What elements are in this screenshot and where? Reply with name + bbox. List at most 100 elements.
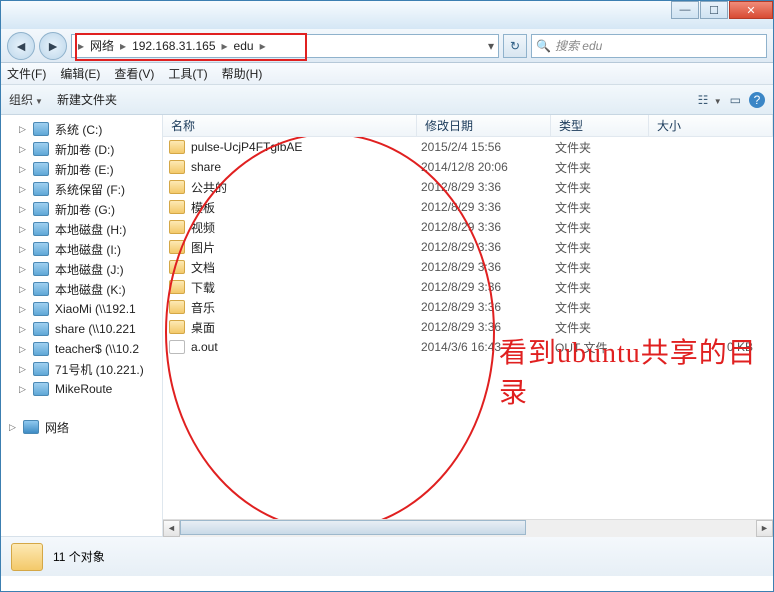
file-date: 2012/8/29 3:36 [421,300,555,314]
sidebar-item-label: 本地磁盘 (H:) [55,221,126,238]
sidebar-item-label: teacher$ (\\10.2 [55,342,139,356]
file-name: 下载 [191,279,421,296]
folder-icon [169,260,185,274]
table-row[interactable]: 图片2012/8/29 3:36文件夹 [163,237,773,257]
file-date: 2015/2/4 15:56 [421,140,555,154]
sidebar-item[interactable]: ▷本地磁盘 (K:) [1,279,162,299]
table-row[interactable]: 模板2012/8/29 3:36文件夹 [163,197,773,217]
column-type[interactable]: 类型 [551,115,649,136]
minimize-button[interactable]: — [671,1,699,19]
file-date: 2014/3/6 16:43 [421,340,555,354]
sidebar[interactable]: ▷系统 (C:)▷新加卷 (D:)▷新加卷 (E:)▷系统保留 (F:)▷新加卷… [1,115,163,536]
table-row[interactable]: 音乐2012/8/29 3:36文件夹 [163,297,773,317]
sidebar-item[interactable]: ▷ teacher$ (\\10.2 [1,339,162,359]
close-button[interactable]: ✕ [729,1,773,19]
horizontal-scrollbar[interactable]: ◄ ► [163,519,773,536]
breadcrumb[interactable]: edu [230,39,258,53]
sidebar-item[interactable]: ▷新加卷 (E:) [1,159,162,179]
menu-file[interactable]: 文件(F) [7,65,46,82]
sidebar-item[interactable]: ▷ 系统保留 (F:) [1,179,162,199]
sidebar-item[interactable]: ▷share (\\10.221 [1,319,162,339]
table-row[interactable]: 桌面2012/8/29 3:36文件夹 [163,317,773,337]
folder-icon [169,160,185,174]
sidebar-item-network[interactable]: ▷网络 [1,417,162,437]
chevron-right-icon: ▸ [118,39,128,53]
organize-menu[interactable]: 组织▼ [9,91,43,108]
table-row[interactable]: 下载2012/8/29 3:36文件夹 [163,277,773,297]
maximize-button[interactable]: ☐ [700,1,728,19]
new-folder-button[interactable]: 新建文件夹 [57,91,117,108]
sidebar-item[interactable]: ▷本地磁盘 (H:) [1,219,162,239]
column-size[interactable]: 大小 [649,115,773,136]
drive-icon [33,262,49,276]
scroll-thumb[interactable] [180,520,526,535]
menu-tools[interactable]: 工具(T) [168,65,207,82]
expand-icon: ▷ [19,184,29,195]
preview-pane-button[interactable]: ▭ [730,93,741,107]
help-button[interactable]: ? [749,92,765,108]
file-type: 文件夹 [555,239,653,256]
folder-icon [169,180,185,194]
folder-icon [169,280,185,294]
table-row[interactable]: share2014/12/8 20:06文件夹 [163,157,773,177]
menu-edit[interactable]: 编辑(E) [60,65,100,82]
scroll-left-button[interactable]: ◄ [163,520,180,537]
breadcrumb[interactable]: 192.168.31.165 [128,39,219,53]
sidebar-item[interactable]: ▷XiaoMi (\\192.1 [1,299,162,319]
sidebar-item[interactable]: ▷新加卷 (G:) [1,199,162,219]
expand-icon: ▷ [19,344,29,355]
menu-view[interactable]: 查看(V) [114,65,154,82]
breadcrumb[interactable]: 网络 [86,37,118,54]
scroll-track[interactable] [180,520,756,537]
sidebar-item-label: MikeRoute [55,382,112,396]
table-row[interactable]: 视频2012/8/29 3:36文件夹 [163,217,773,237]
menu-help[interactable]: 帮助(H) [222,65,263,82]
file-date: 2012/8/29 3:36 [421,320,555,334]
drive-icon [33,302,49,316]
folder-icon [169,140,185,154]
expand-icon: ▷ [19,244,29,255]
sidebar-item[interactable]: ▷ 系统 (C:) [1,119,162,139]
sidebar-item-label: 71号机 (10.221.) [55,361,144,378]
file-list[interactable]: 看到ubuntu共享的目录 pulse-UcjP4FTglbAE2015/2/4… [163,137,773,519]
sidebar-item-label: 系统保留 (F:) [55,181,125,198]
sidebar-item[interactable]: ▷本地磁盘 (I:) [1,239,162,259]
table-row[interactable]: 公共的2012/8/29 3:36文件夹 [163,177,773,197]
sidebar-item-label: 新加卷 (D:) [55,141,114,158]
expand-icon: ▷ [19,164,29,175]
folder-icon [169,200,185,214]
drive-icon [33,162,49,176]
table-row[interactable]: a.out2014/3/6 16:43OUT 文件0 KB [163,337,773,357]
drive-icon [33,142,49,156]
back-button[interactable]: ◄ [7,32,35,60]
sidebar-item-label: 系统 (C:) [55,121,102,138]
search-input[interactable]: 🔍 搜索 edu [531,34,767,58]
sidebar-item[interactable]: ▷本地磁盘 (J:) [1,259,162,279]
folder-icon [11,543,43,571]
titlebar[interactable]: — ☐ ✕ [1,1,773,29]
view-options-button[interactable]: ☷ ▼ [698,93,722,107]
refresh-button[interactable]: ↻ [503,34,527,58]
address-bar[interactable]: ▸ 网络 ▸ 192.168.31.165 ▸ edu ▸ ▾ [71,34,499,58]
sidebar-item[interactable]: ▷71号机 (10.221.) [1,359,162,379]
file-size: 0 KB [653,340,773,354]
column-name[interactable]: 名称 [163,115,417,136]
status-bar: 11 个对象 [1,536,773,576]
sidebar-item-label: share (\\10.221 [55,322,136,336]
drive-icon [33,322,49,336]
sidebar-item[interactable]: ▷MikeRoute [1,379,162,399]
expand-icon: ▷ [19,144,29,155]
file-name: 文档 [191,259,421,276]
sidebar-item-label: 新加卷 (G:) [55,201,115,218]
table-row[interactable]: 文档2012/8/29 3:36文件夹 [163,257,773,277]
forward-button[interactable]: ► [39,32,67,60]
column-date[interactable]: 修改日期 [417,115,551,136]
expand-icon: ▷ [19,124,29,135]
menubar: 文件(F) 编辑(E) 查看(V) 工具(T) 帮助(H) [1,63,773,85]
sidebar-item[interactable]: ▷ 新加卷 (D:) [1,139,162,159]
drive-icon [33,202,49,216]
folder-icon [169,240,185,254]
scroll-right-button[interactable]: ► [756,520,773,537]
dropdown-icon[interactable]: ▾ [488,39,494,53]
table-row[interactable]: pulse-UcjP4FTglbAE2015/2/4 15:56文件夹 [163,137,773,157]
